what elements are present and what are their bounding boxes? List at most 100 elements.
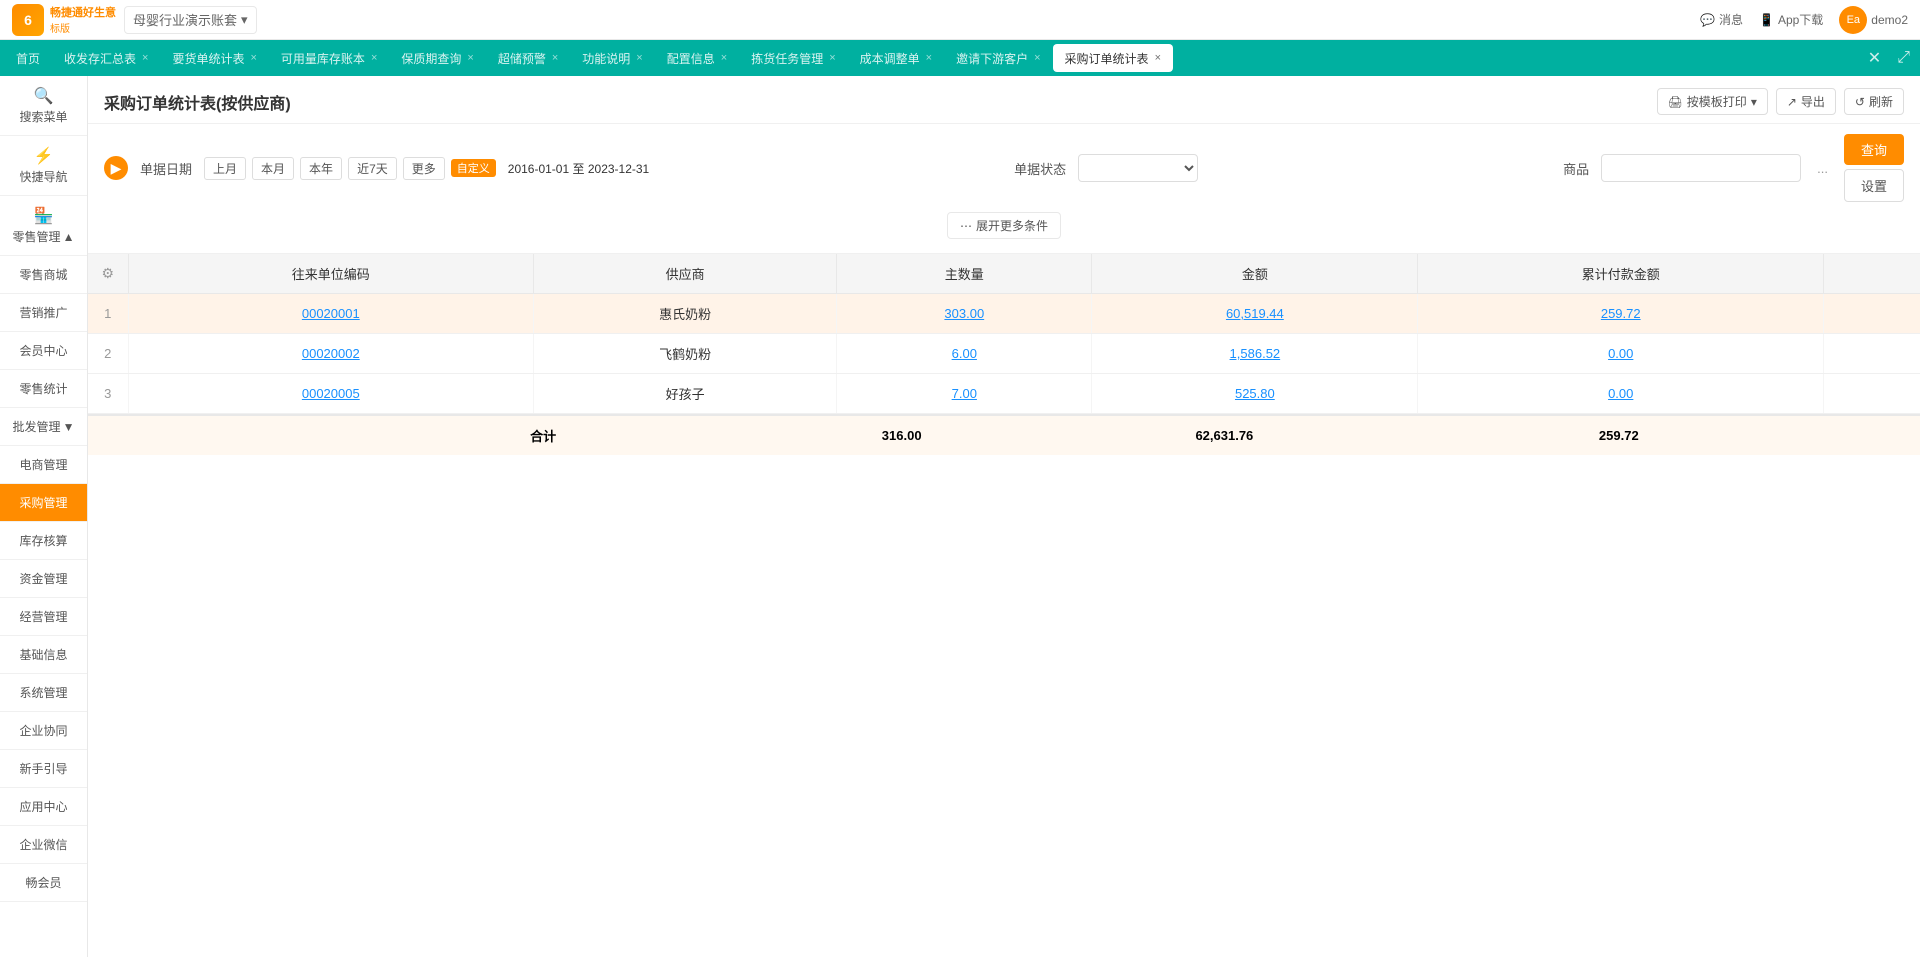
- close-icon[interactable]: ×: [721, 52, 727, 64]
- tab-超储预警[interactable]: 超储预警 ×: [486, 44, 570, 72]
- chevron-icon: ▲: [63, 230, 75, 244]
- close-icon[interactable]: ×: [142, 52, 148, 64]
- goods-input[interactable]: [1601, 154, 1801, 182]
- tab-要货单统计表[interactable]: 要货单统计表 ×: [160, 44, 268, 72]
- sidebar-item-purchase[interactable]: 采购管理: [0, 484, 87, 522]
- workspace-selector[interactable]: 母婴行业演示账套 ▾: [124, 6, 257, 34]
- col-code: 往来单位编码: [128, 254, 534, 294]
- expand-more-button[interactable]: ⋯ 展开更多条件: [947, 212, 1061, 239]
- settings-button[interactable]: 设置: [1844, 169, 1904, 202]
- row-paid[interactable]: 0.00: [1418, 334, 1824, 374]
- tab-成本调整单[interactable]: 成本调整单 ×: [848, 44, 944, 72]
- sidebar-item-ecommerce[interactable]: 电商管理: [0, 446, 87, 484]
- avatar: Ea: [1839, 6, 1867, 34]
- row-extra: [1824, 374, 1920, 414]
- tab-home[interactable]: 首页: [4, 44, 52, 72]
- row-index: 2: [88, 334, 128, 374]
- close-icon[interactable]: ×: [926, 52, 932, 64]
- sidebar-item-quicknav[interactable]: ⚡ 快捷导航: [0, 136, 87, 196]
- close-icon[interactable]: ×: [250, 52, 256, 64]
- close-icon[interactable]: ×: [1034, 52, 1040, 64]
- maximize-tab-button[interactable]: ⤢: [1891, 47, 1916, 69]
- tab-邀请下游客户[interactable]: 邀请下游客户 ×: [944, 44, 1052, 72]
- data-table: ⚙ 往来单位编码 供应商 主数量 金额 累计付款金额 1 00020001: [88, 254, 1920, 414]
- row-amount[interactable]: 525.80: [1092, 374, 1418, 414]
- date-more-btn[interactable]: 更多: [403, 157, 445, 180]
- message-action[interactable]: 💬 消息: [1700, 11, 1743, 28]
- filter-area: ▶ 单据日期 上月 本月 本年 近7天 更多 自定义 2016-01-01 至 …: [88, 124, 1920, 254]
- sidebar-item-new-guide[interactable]: 新手引导: [0, 750, 87, 788]
- tab-可用量库存账本[interactable]: 可用量库存账本 ×: [269, 44, 389, 72]
- sidebar-item-system[interactable]: 系统管理: [0, 674, 87, 712]
- row-code[interactable]: 00020005: [128, 374, 534, 414]
- page-title: 采购订单统计表(按供应商): [104, 90, 291, 114]
- date-filter-label: 单据日期: [140, 159, 192, 178]
- refresh-icon: ↺: [1855, 95, 1865, 109]
- sidebar-item-search[interactable]: 🔍 搜索菜单: [0, 76, 87, 136]
- row-paid[interactable]: 0.00: [1418, 374, 1824, 414]
- sidebar-item-retail-stats[interactable]: 零售统计: [0, 370, 87, 408]
- date-last-month-btn[interactable]: 上月: [204, 157, 246, 180]
- tab-拣货任务管理[interactable]: 拣货任务管理 ×: [739, 44, 847, 72]
- status-select[interactable]: [1078, 154, 1198, 182]
- column-settings-icon[interactable]: ⚙: [101, 265, 114, 281]
- date-7days-btn[interactable]: 近7天: [348, 157, 397, 180]
- tab-收发存汇总表[interactable]: 收发存汇总表 ×: [52, 44, 160, 72]
- date-this-year-btn[interactable]: 本年: [300, 157, 342, 180]
- close-tab-button[interactable]: ✕: [1862, 46, 1887, 70]
- footer-qty: 316.00: [758, 415, 1045, 455]
- row-supplier: 飞鹤奶粉: [534, 334, 837, 374]
- table-row: 3 00020005 好孩子 7.00 525.80 0.00: [88, 374, 1920, 414]
- sidebar-item-finance[interactable]: 资金管理: [0, 560, 87, 598]
- refresh-button[interactable]: ↺ 刷新: [1844, 88, 1904, 115]
- close-icon[interactable]: ×: [1155, 52, 1161, 64]
- close-icon[interactable]: ×: [829, 52, 835, 64]
- row-paid[interactable]: 259.72: [1418, 294, 1824, 334]
- row-index: 1: [88, 294, 128, 334]
- close-icon[interactable]: ×: [467, 52, 473, 64]
- row-amount[interactable]: 1,586.52: [1092, 334, 1418, 374]
- sidebar-item-basic-info[interactable]: 基础信息: [0, 636, 87, 674]
- sidebar-item-wechat[interactable]: 企业微信: [0, 826, 87, 864]
- date-this-month-btn[interactable]: 本月: [252, 157, 294, 180]
- query-button[interactable]: 查询: [1844, 134, 1904, 165]
- sidebar-item-retail-mgmt[interactable]: 🏪 零售管理 ▲: [0, 196, 87, 256]
- more-filter-icon[interactable]: ...: [1813, 161, 1832, 176]
- row-amount[interactable]: 60,519.44: [1092, 294, 1418, 334]
- export-button[interactable]: ↗ 导出: [1776, 88, 1836, 115]
- tab-保质期查询[interactable]: 保质期查询 ×: [389, 44, 485, 72]
- template-print-button[interactable]: 🖨 按模板打印 ▾: [1657, 88, 1768, 115]
- main-layout: 🔍 搜索菜单 ⚡ 快捷导航 🏪 零售管理 ▲ 零售商城 营销推广 会员中心 零售…: [0, 76, 1920, 957]
- close-icon[interactable]: ×: [636, 52, 642, 64]
- col-supplier: 供应商: [534, 254, 837, 294]
- table-footer: 合计 316.00 62,631.76 259.72: [88, 415, 1920, 455]
- tab-配置信息[interactable]: 配置信息 ×: [655, 44, 739, 72]
- sidebar-item-app-center[interactable]: 应用中心: [0, 788, 87, 826]
- sidebar-item-member[interactable]: 畅会员: [0, 864, 87, 902]
- filter-toggle-button[interactable]: ▶: [104, 156, 128, 180]
- filter-expand-row: ⋯ 展开更多条件: [104, 208, 1904, 243]
- footer-label: 合计: [328, 415, 758, 455]
- sidebar-item-marketing[interactable]: 营销推广: [0, 294, 87, 332]
- tab-采购订单统计表[interactable]: 采购订单统计表 ×: [1053, 44, 1173, 72]
- close-icon[interactable]: ×: [371, 52, 377, 64]
- close-icon[interactable]: ×: [552, 52, 558, 64]
- sidebar-item-retail-store[interactable]: 零售商城: [0, 256, 87, 294]
- chevron-down-icon: ▾: [1751, 95, 1757, 109]
- tab-功能说明[interactable]: 功能说明 ×: [570, 44, 654, 72]
- row-qty[interactable]: 7.00: [837, 374, 1092, 414]
- sidebar-item-wholesale[interactable]: 批发管理 ▼: [0, 408, 87, 446]
- user-area[interactable]: Ea demo2: [1839, 6, 1908, 34]
- row-qty[interactable]: 6.00: [837, 334, 1092, 374]
- row-code[interactable]: 00020002: [128, 334, 534, 374]
- logo-text: 畅捷通好生意 标版: [50, 4, 116, 35]
- row-qty[interactable]: 303.00: [837, 294, 1092, 334]
- nav-tabs-controls: ✕ ⤢: [1862, 46, 1916, 70]
- sidebar-item-enterprise-collab[interactable]: 企业协同: [0, 712, 87, 750]
- row-code[interactable]: 00020001: [128, 294, 534, 334]
- sidebar-item-operations[interactable]: 经营管理: [0, 598, 87, 636]
- date-quick-buttons: 上月 本月 本年 近7天 更多 自定义: [204, 157, 496, 180]
- app-download-action[interactable]: 📱 App下载: [1759, 11, 1823, 28]
- sidebar-item-membership[interactable]: 会员中心: [0, 332, 87, 370]
- sidebar-item-inventory[interactable]: 库存核算: [0, 522, 87, 560]
